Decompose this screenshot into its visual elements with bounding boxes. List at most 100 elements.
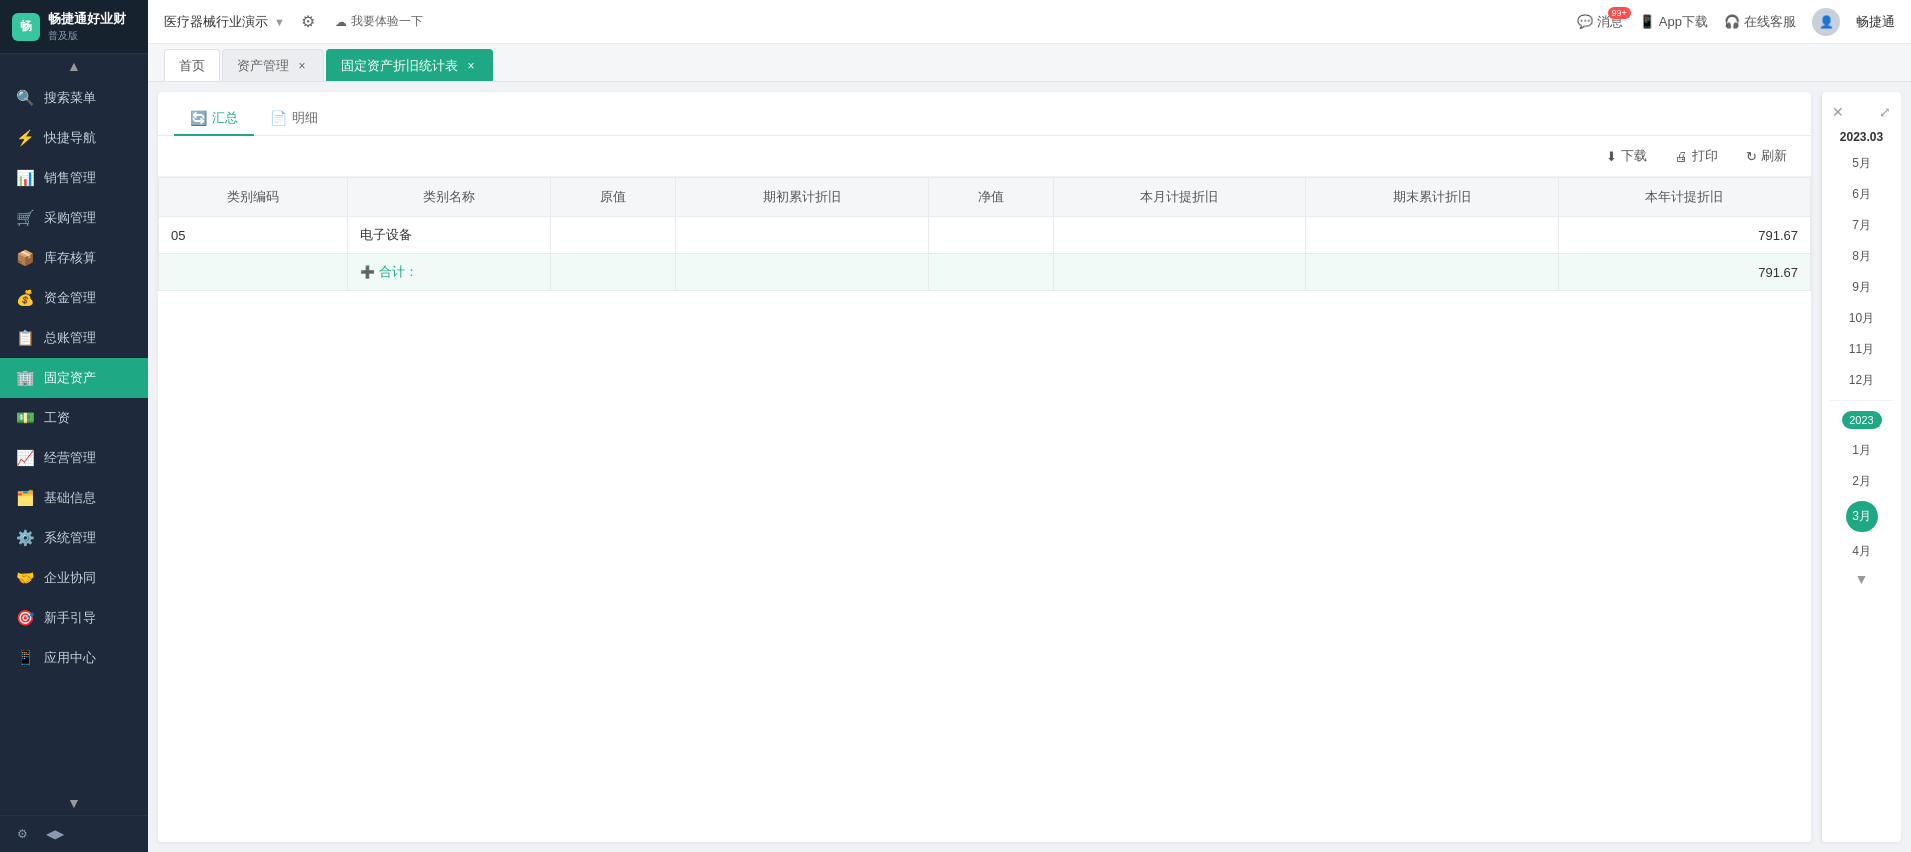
company-selector[interactable]: 医疗器械行业演示 ▼ (164, 13, 285, 31)
sidebar-item-label: 固定资产 (44, 369, 96, 387)
tab-home[interactable]: 首页 (164, 49, 220, 81)
user-avatar[interactable]: 👤 (1812, 8, 1840, 36)
tab-depreciation-report-close[interactable]: × (464, 59, 478, 73)
fixed-assets-icon: 🏢 (16, 369, 34, 387)
sidebar-item-quick-nav[interactable]: ⚡ 快捷导航 (0, 118, 148, 158)
sidebar-item-basic-info[interactable]: 🗂️ 基础信息 (0, 478, 148, 518)
settings-footer-btn[interactable]: ⚙ (12, 824, 33, 844)
sidebar-item-app-center[interactable]: 📱 应用中心 (0, 638, 148, 678)
topbar-settings-icon[interactable]: ⚙ (301, 12, 315, 31)
sidebar-item-label: 资金管理 (44, 289, 96, 307)
print-label: 打印 (1692, 147, 1718, 165)
messages-button[interactable]: 💬 消息 99+ (1577, 13, 1623, 31)
sidebar-item-cooperation[interactable]: 🤝 企业协同 (0, 558, 148, 598)
sidebar-item-system[interactable]: ⚙️ 系统管理 (0, 518, 148, 558)
panel-close-button[interactable]: ✕ (1830, 102, 1846, 122)
app-logo: 畅 (12, 13, 40, 41)
sales-icon: 📊 (16, 169, 34, 187)
year-tag-2023[interactable]: 2023 (1842, 411, 1882, 429)
month-item-10[interactable]: 10月 (1822, 303, 1901, 334)
depreciation-table: 类别编码 类别名称 原值 期初累计折旧 净值 本月计提折旧 期末累计折旧 本年计… (158, 177, 1811, 291)
col-original-value: 原值 (551, 178, 676, 217)
month-item-12[interactable]: 12月 (1822, 365, 1901, 396)
sidebar-item-label: 系统管理 (44, 529, 96, 547)
sidebar-item-label: 采购管理 (44, 209, 96, 227)
month-item-11[interactable]: 11月 (1822, 334, 1901, 365)
experience-button[interactable]: ☁ 我要体验一下 (335, 13, 423, 30)
online-service-label: 在线客服 (1744, 13, 1796, 31)
refresh-button[interactable]: ↻ 刷新 (1738, 144, 1795, 168)
sidebar-item-guide[interactable]: 🎯 新手引导 (0, 598, 148, 638)
subtotal-text: 合计： (379, 263, 418, 281)
tab-home-label: 首页 (179, 57, 205, 75)
month-item-3-active[interactable]: 3月 (1846, 501, 1878, 532)
sidebar-item-fixed-assets[interactable]: 🏢 固定资产 (0, 358, 148, 398)
tab-asset-management-close[interactable]: × (295, 59, 309, 73)
download-button[interactable]: ⬇ 下载 (1598, 144, 1655, 168)
sidebar-item-label: 搜索菜单 (44, 89, 96, 107)
sub-tab-detail[interactable]: 📄 明细 (254, 102, 334, 136)
collapse-sidebar-btn[interactable]: ◀▶ (41, 824, 69, 844)
sidebar-item-sales[interactable]: 📊 销售管理 (0, 158, 148, 198)
col-monthly-depreciation: 本月计提折旧 (1053, 178, 1305, 217)
sidebar-item-label: 企业协同 (44, 569, 96, 587)
topbar-left: 医疗器械行业演示 ▼ ⚙ ☁ 我要体验一下 (164, 12, 423, 31)
sidebar-item-label: 快捷导航 (44, 129, 96, 147)
month-item-9[interactable]: 9月 (1822, 272, 1901, 303)
topbar-right: 💬 消息 99+ 📱 App下载 🎧 在线客服 👤 畅捷通 (1577, 8, 1895, 36)
sidebar-item-finance[interactable]: 💰 资金管理 (0, 278, 148, 318)
tab-depreciation-report[interactable]: 固定资产折旧统计表 × (326, 49, 493, 81)
user-name[interactable]: 畅捷通 (1856, 13, 1895, 31)
panel-nav-down[interactable]: ▼ (1822, 567, 1901, 591)
sidebar-item-inventory[interactable]: 📦 库存核算 (0, 238, 148, 278)
month-item-7[interactable]: 7月 (1822, 210, 1901, 241)
sidebar-nav: 🔍 搜索菜单 ⚡ 快捷导航 📊 销售管理 🛒 采购管理 📦 库存核算 💰 资金管… (0, 78, 148, 791)
month-item-5[interactable]: 5月 (1822, 148, 1901, 179)
cell-net-value (928, 217, 1053, 254)
sidebar-item-search[interactable]: 🔍 搜索菜单 (0, 78, 148, 118)
panel-expand-button[interactable]: ⤢ (1877, 102, 1893, 122)
headset-icon: 🎧 (1724, 14, 1740, 29)
sidebar-item-purchase[interactable]: 🛒 采购管理 (0, 198, 148, 238)
month-item-6[interactable]: 6月 (1822, 179, 1901, 210)
cloud-icon: ☁ (335, 15, 347, 29)
subtotal-row: ➕ 合计： 791.67 (159, 254, 1811, 291)
online-service-button[interactable]: 🎧 在线客服 (1724, 13, 1796, 31)
date-panel: ✕ ⤢ 2023.03 5月 6月 7月 8月 9月 10月 11月 12月 2… (1821, 92, 1901, 842)
col-category-name: 类别名称 (347, 178, 550, 217)
cell-period-end-accumulated (1306, 217, 1558, 254)
system-icon: ⚙️ (16, 529, 34, 547)
app-name: 畅捷通好业财 (48, 10, 126, 28)
sub-tab-detail-label: 明细 (292, 109, 318, 127)
month-item-4[interactable]: 4月 (1822, 536, 1901, 567)
month-item-8[interactable]: 8月 (1822, 241, 1901, 272)
app-center-icon: 📱 (16, 649, 34, 667)
month-item-2[interactable]: 2月 (1822, 466, 1901, 497)
sidebar-scroll-up[interactable]: ▲ (0, 54, 148, 78)
cell-category-name: 电子设备 (347, 217, 550, 254)
table-row[interactable]: 05 电子设备 791.67 (159, 217, 1811, 254)
cell-monthly-depreciation (1053, 217, 1305, 254)
col-annual-depreciation: 本年计提折旧 (1558, 178, 1811, 217)
subtotal-annual: 791.67 (1558, 254, 1811, 291)
sidebar-item-ledger[interactable]: 📋 总账管理 (0, 318, 148, 358)
inventory-icon: 📦 (16, 249, 34, 267)
print-button[interactable]: 🖨 打印 (1667, 144, 1726, 168)
year-header-label: 2023.03 (1822, 126, 1901, 148)
subtotal-period-end (1306, 254, 1558, 291)
sub-tab-summary[interactable]: 🔄 汇总 (174, 102, 254, 136)
sidebar-item-label: 销售管理 (44, 169, 96, 187)
month-item-1[interactable]: 1月 (1822, 435, 1901, 466)
sidebar-footer: ⚙ ◀▶ (0, 815, 148, 852)
sidebar-item-label: 库存核算 (44, 249, 96, 267)
tab-asset-management[interactable]: 资产管理 × (222, 49, 324, 81)
salary-icon: 💵 (16, 409, 34, 427)
app-download-button[interactable]: 📱 App下载 (1639, 13, 1708, 31)
sidebar-item-salary[interactable]: 💵 工资 (0, 398, 148, 438)
message-icon: 💬 (1577, 14, 1593, 29)
cell-original-value (551, 217, 676, 254)
quick-nav-icon: ⚡ (16, 129, 34, 147)
sidebar-item-operations[interactable]: 📈 经营管理 (0, 438, 148, 478)
sidebar-scroll-down[interactable]: ▼ (0, 791, 148, 815)
print-icon: 🖨 (1675, 149, 1688, 164)
